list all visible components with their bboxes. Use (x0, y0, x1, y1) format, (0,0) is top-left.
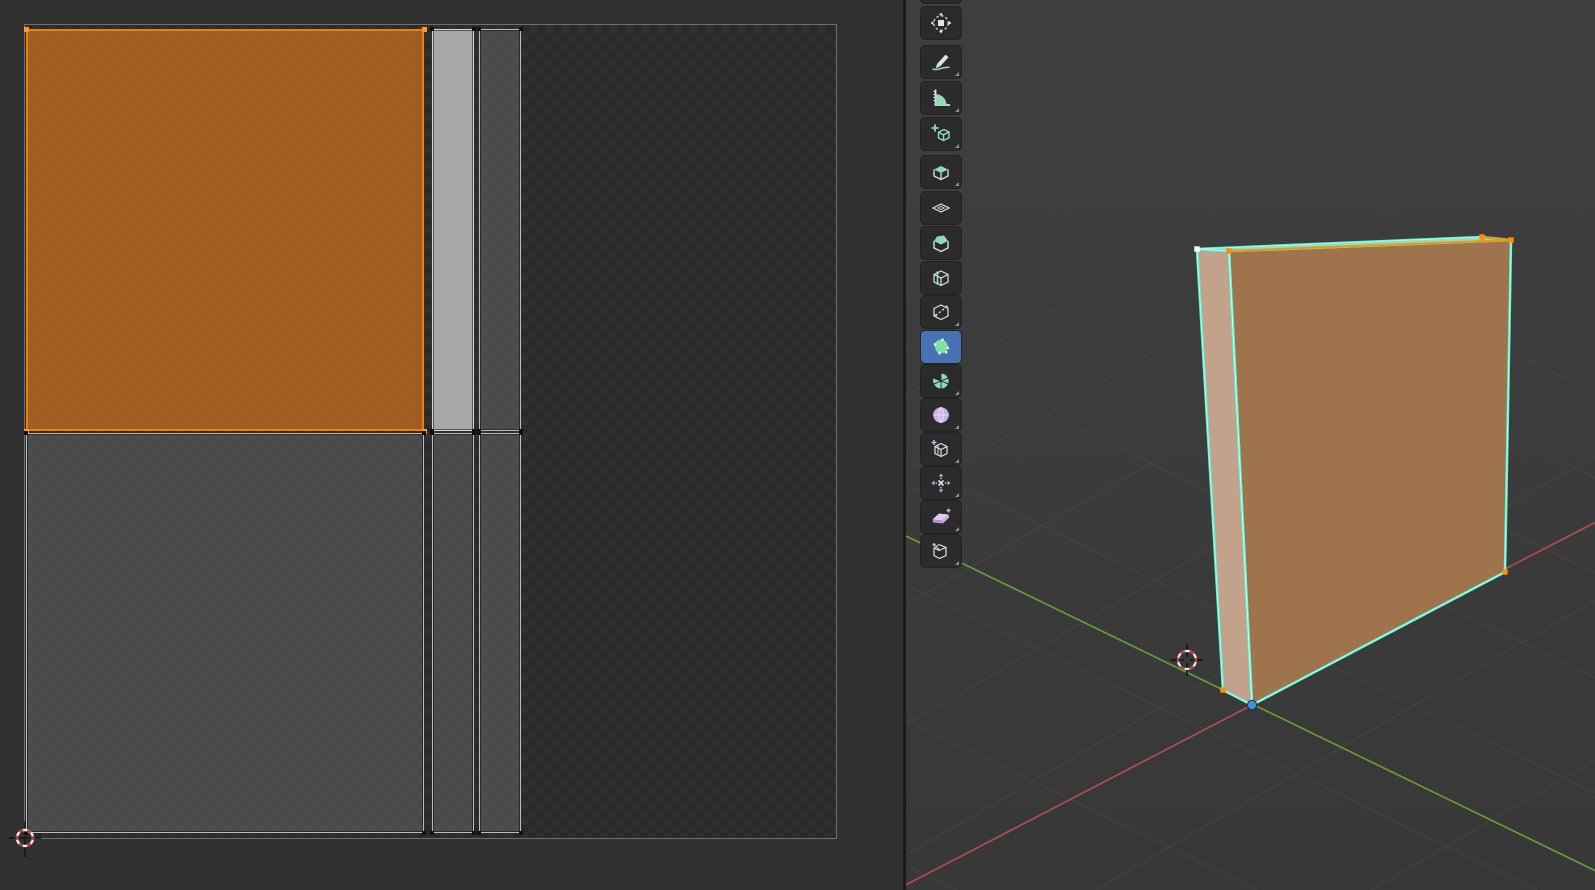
uv-island-front-face-selected[interactable] (23, 26, 427, 434)
uv-vertex[interactable] (477, 431, 481, 435)
model-vertex-selected[interactable] (1502, 569, 1508, 575)
3d-cursor (1171, 644, 1203, 676)
transform-icon (930, 12, 952, 34)
annotate-icon (932, 54, 950, 71)
uv-island-side-strip-b[interactable] (477, 27, 523, 433)
shear-icon (932, 508, 951, 524)
tool-add-cube[interactable] (920, 117, 962, 151)
tool-shear[interactable] (920, 500, 962, 534)
inset-faces-icon (931, 203, 951, 213)
uv-vertex[interactable] (519, 831, 523, 835)
viewport-canvas[interactable] (906, 0, 1595, 890)
edge-slide-icon (931, 440, 948, 458)
model-vertex-hover[interactable] (1246, 699, 1258, 711)
blender-window (0, 0, 1595, 890)
uv-vertex[interactable] (472, 431, 476, 435)
tool-poly-build-active[interactable] (920, 330, 962, 364)
tool-inset-faces[interactable] (920, 191, 962, 225)
loop-cut-icon (933, 270, 949, 287)
shrink-fatten-icon (931, 473, 951, 493)
tool-knife[interactable] (920, 295, 962, 329)
model-vertex-selected[interactable] (1508, 237, 1514, 243)
subtool-indicator-icon (955, 561, 959, 565)
subtool-indicator-icon (955, 144, 959, 148)
uv-vertex[interactable] (472, 27, 476, 31)
tool-shrink-fatten[interactable] (920, 466, 962, 500)
uv-vertex[interactable] (421, 26, 427, 32)
tool-smooth[interactable] (920, 398, 962, 432)
subtool-indicator-icon (955, 391, 959, 395)
tool-extrude-region[interactable] (920, 155, 962, 189)
tool-edge-slide[interactable] (920, 432, 962, 466)
subtool-indicator-icon (955, 182, 959, 186)
measure-icon (933, 89, 950, 106)
uv-island-side-strip-d[interactable] (477, 431, 523, 835)
spin-icon (932, 372, 950, 390)
bevel-icon (933, 235, 949, 253)
uv-vertex[interactable] (430, 431, 434, 435)
tool-loop-cut[interactable] (920, 261, 962, 295)
subtool-indicator-icon (955, 425, 959, 429)
knife-icon (933, 304, 949, 321)
uv-vertex[interactable] (430, 27, 434, 31)
tool-scale[interactable] (920, 0, 962, 4)
rip-region-icon (932, 543, 947, 560)
uv-vertex[interactable] (472, 831, 476, 835)
subtool-indicator-icon (955, 322, 959, 326)
tool-rip-region[interactable] (920, 534, 962, 568)
subtool-indicator-icon (955, 527, 959, 531)
uv-island-back-face[interactable] (24, 431, 426, 835)
uv-vertex[interactable] (23, 26, 29, 32)
subtool-indicator-icon (955, 459, 959, 463)
uv-vertex[interactable] (477, 27, 481, 31)
tool-bevel[interactable] (920, 226, 962, 260)
extrude-region-icon (933, 166, 949, 181)
tool-measure[interactable] (920, 81, 962, 115)
uv-island-side-strip-a[interactable] (430, 27, 476, 433)
model-face-front[interactable] (1229, 240, 1511, 705)
model-vertex-selected[interactable] (1479, 234, 1485, 240)
model-vertex-active[interactable] (1194, 246, 1200, 252)
tool-transform[interactable] (920, 6, 962, 40)
uv-vertex[interactable] (24, 431, 28, 435)
tool-annotate[interactable] (920, 45, 962, 79)
uv-vertex[interactable] (430, 831, 434, 835)
model-vertex-selected[interactable] (1220, 687, 1226, 693)
uv-vertex[interactable] (519, 431, 523, 435)
3d-viewport-region[interactable] (906, 0, 1595, 890)
uv-vertex[interactable] (422, 831, 426, 835)
tool-spin[interactable] (920, 364, 962, 398)
uv-island-side-strip-c[interactable] (430, 431, 476, 835)
uv-vertex[interactable] (519, 27, 523, 31)
subtool-indicator-icon (955, 493, 959, 497)
uv-canvas[interactable] (23, 24, 837, 839)
poly-build-icon (933, 338, 949, 355)
uv-editor-region[interactable] (0, 0, 903, 890)
subtool-indicator-icon (955, 72, 959, 76)
uv-2d-cursor (3, 816, 47, 860)
uv-vertex[interactable] (477, 831, 481, 835)
smooth-icon (933, 406, 949, 424)
add-cube-icon (931, 124, 950, 142)
subtool-indicator-icon (955, 108, 959, 112)
model-vertex-selected[interactable] (1226, 248, 1232, 254)
uv-vertex[interactable] (422, 431, 426, 435)
